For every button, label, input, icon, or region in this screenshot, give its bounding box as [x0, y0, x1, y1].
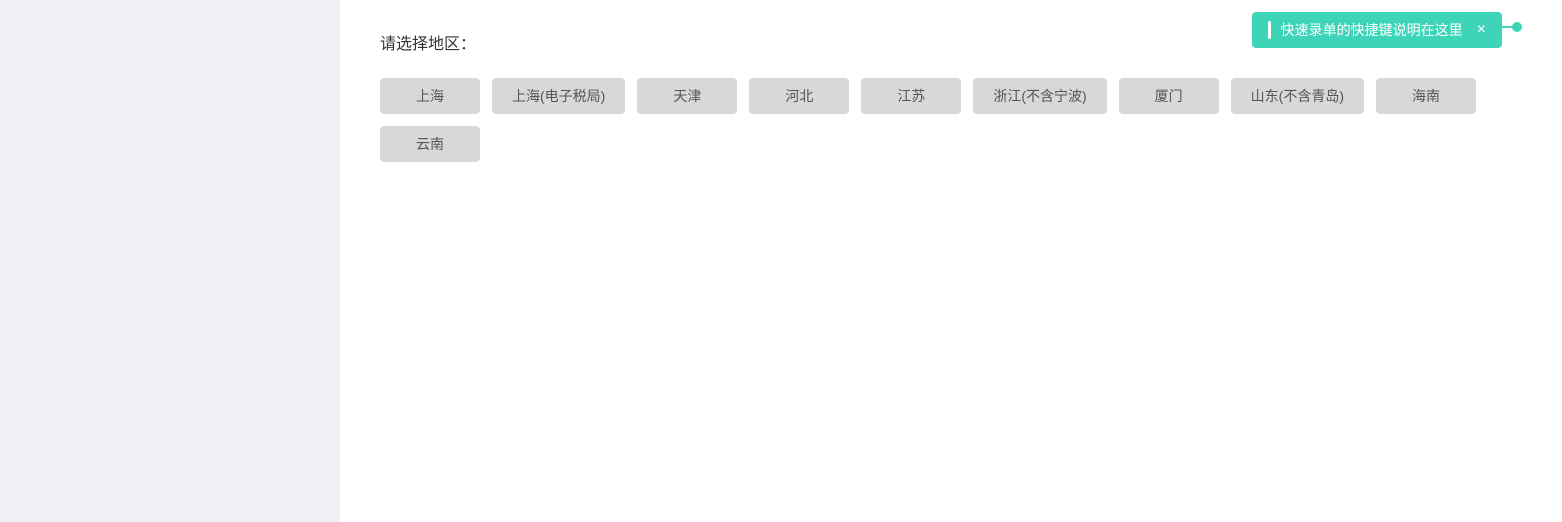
- region-button-shanghai-etax[interactable]: 上海(电子税局): [492, 78, 625, 114]
- region-button-shanghai[interactable]: 上海: [380, 78, 480, 114]
- region-button-zhejiang[interactable]: 浙江(不含宁波): [973, 78, 1106, 114]
- tooltip-bar: [1268, 21, 1271, 39]
- tooltip-text: 快速录单的快捷键说明在这里: [1281, 20, 1463, 40]
- region-button-hebei[interactable]: 河北: [749, 78, 849, 114]
- tooltip-dot: [1512, 22, 1522, 32]
- region-button-yunnan[interactable]: 云南: [380, 126, 480, 162]
- region-button-hainan[interactable]: 海南: [1376, 78, 1476, 114]
- region-button-shandong[interactable]: 山东(不含青岛): [1231, 78, 1364, 114]
- sidebar: [0, 0, 340, 522]
- region-buttons: 上海上海(电子税局) 天津河北江苏浙江(不含宁波) 厦门山东(不含青岛) 海南云南: [380, 78, 1522, 162]
- tooltip-close-button[interactable]: ×: [1477, 22, 1486, 38]
- region-button-jiangsu[interactable]: 江苏: [861, 78, 961, 114]
- main-content: 请选择地区： 上海上海(电子税局)天津河北江苏浙江(不含宁波)厦门山东(不含青岛…: [340, 0, 1562, 522]
- tooltip-banner: 快速录单的快捷键说明在这里 ×: [1252, 12, 1502, 48]
- region-button-tianjin[interactable]: 天津: [637, 78, 737, 114]
- region-button-xiamen[interactable]: 厦门: [1119, 78, 1219, 114]
